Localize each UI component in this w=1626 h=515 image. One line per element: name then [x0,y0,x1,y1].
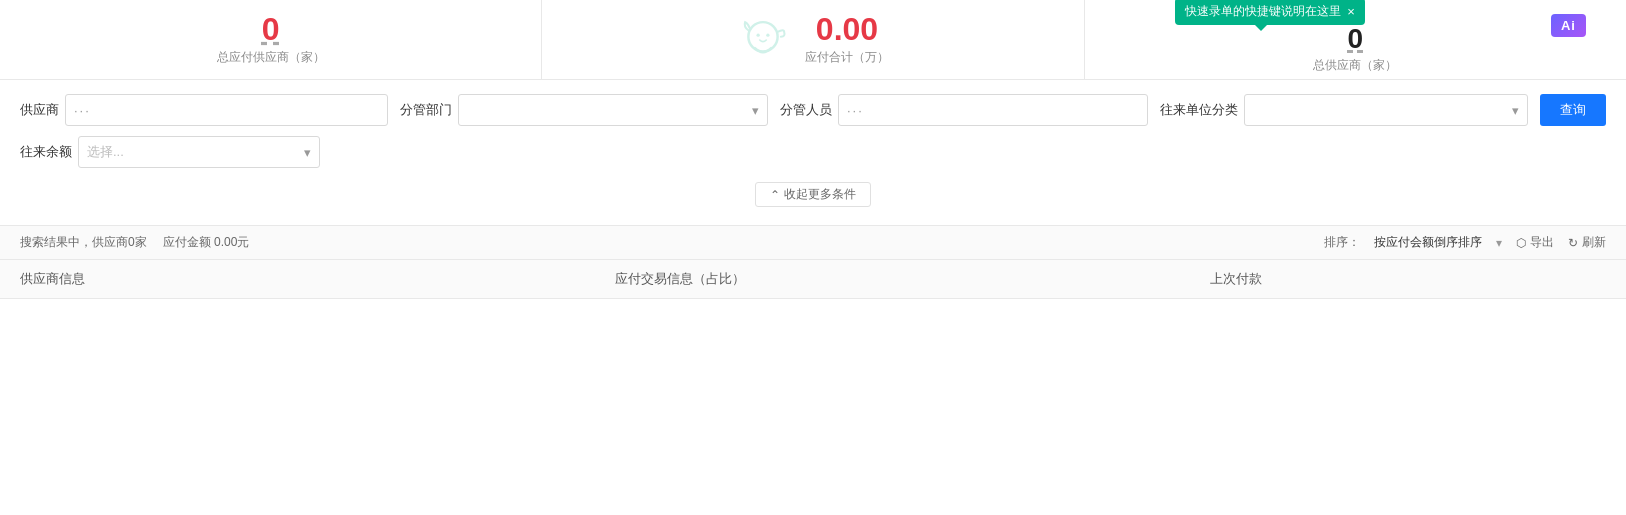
query-button[interactable]: 查询 [1540,94,1606,126]
unit-input[interactable]: ▾ [1244,94,1528,126]
unit-arrow: ▾ [1512,103,1519,118]
tooltip-bubble: 快速录单的快捷键说明在这里 × [1175,0,1365,25]
supplier-dots: ··· [74,103,91,118]
collapse-label: 收起更多条件 [784,186,856,203]
sort-arrow: ▾ [1496,236,1502,250]
balance-label: 往来余额 [20,143,72,161]
svg-point-1 [756,33,759,36]
svg-point-2 [766,33,769,36]
dept-field-group: 分管部门 ▾ [400,94,768,126]
person-field-group: 分管人员 ··· [780,94,1148,126]
export-label: 导出 [1530,234,1554,251]
payable-supplier-label: 总应付供应商（家） [217,49,325,66]
balance-placeholder: 选择... [87,143,124,161]
pig-icon [737,14,789,66]
collapse-row: ⌃ 收起更多条件 [20,178,1606,217]
dept-label: 分管部门 [400,101,452,119]
col-header-info: 供应商信息 [20,270,615,288]
stat-block-mid: 0.00 应付合计（万） [542,0,1084,79]
col-header-trans: 应付交易信息（占比） [615,270,1210,288]
collapse-icon: ⌃ [770,188,780,202]
result-left: 搜索结果中，供应商0家 应付金额 0.00元 [20,234,249,251]
unit-field-group: 往来单位分类 ▾ [1160,94,1528,126]
result-amount: 应付金额 0.00元 [163,234,250,251]
balance-field-group: 往来余额 选择... ▾ [20,136,320,168]
balance-input[interactable]: 选择... ▾ [78,136,320,168]
tooltip-close-btn[interactable]: × [1347,5,1355,18]
supplier-field-group: 供应商 ··· [20,94,388,126]
person-dots: ··· [847,103,864,118]
refresh-button[interactable]: ↻ 刷新 [1568,234,1606,251]
tooltip-text: 快速录单的快捷键说明在这里 [1185,3,1341,20]
dept-input[interactable]: ▾ [458,94,768,126]
search-row-2: 往来余额 选择... ▾ [20,136,1606,168]
unit-label: 往来单位分类 [1160,101,1238,119]
stat-block-right: 快速录单的快捷键说明在这里 × 0 总供应商（家） Ai [1085,0,1626,79]
svg-point-0 [748,22,777,51]
ai-badge[interactable]: Ai [1551,14,1586,37]
result-supplier-count: 搜索结果中，供应商0家 [20,234,147,251]
supplier-input[interactable]: ··· [65,94,388,126]
search-area: 供应商 ··· 分管部门 ▾ 分管人员 ··· 往来单位分类 ▾ [0,80,1626,226]
table-body [0,299,1626,515]
export-button[interactable]: ⬡ 导出 [1516,234,1554,251]
refresh-icon: ↻ [1568,236,1578,250]
total-amount-number: 0.00 [805,13,889,45]
person-label: 分管人员 [780,101,832,119]
dept-arrow: ▾ [752,103,759,118]
sort-value[interactable]: 按应付会额倒序排序 [1374,234,1482,251]
result-right: 排序： 按应付会额倒序排序 ▾ ⬡ 导出 ↻ 刷新 [1324,234,1606,251]
search-row-1: 供应商 ··· 分管部门 ▾ 分管人员 ··· 往来单位分类 ▾ [20,94,1606,126]
total-amount-label: 应付合计（万） [805,49,889,66]
export-icon: ⬡ [1516,236,1526,250]
stat-block-left: 0 总应付供应商（家） [0,0,542,79]
balance-arrow: ▾ [304,145,311,160]
supplier-label: 供应商 [20,101,59,119]
collapse-button[interactable]: ⌃ 收起更多条件 [755,182,871,207]
person-input[interactable]: ··· [838,94,1148,126]
result-bar: 搜索结果中，供应商0家 应付金额 0.00元 排序： 按应付会额倒序排序 ▾ ⬡… [0,226,1626,260]
top-stats-bar: 0 总应付供应商（家） 0.00 应付合计（万） 快速录单的快捷键说明在这里 × [0,0,1626,80]
table-header: 供应商信息 应付交易信息（占比） 上次付款 [0,260,1626,299]
total-supplier-label: 总供应商（家） [1313,57,1397,74]
col-header-last: 上次付款 [1210,270,1607,288]
refresh-label: 刷新 [1582,234,1606,251]
total-supplier-count: 0 [1313,25,1397,53]
payable-supplier-count: 0 [217,13,325,45]
sort-label: 排序： [1324,234,1360,251]
